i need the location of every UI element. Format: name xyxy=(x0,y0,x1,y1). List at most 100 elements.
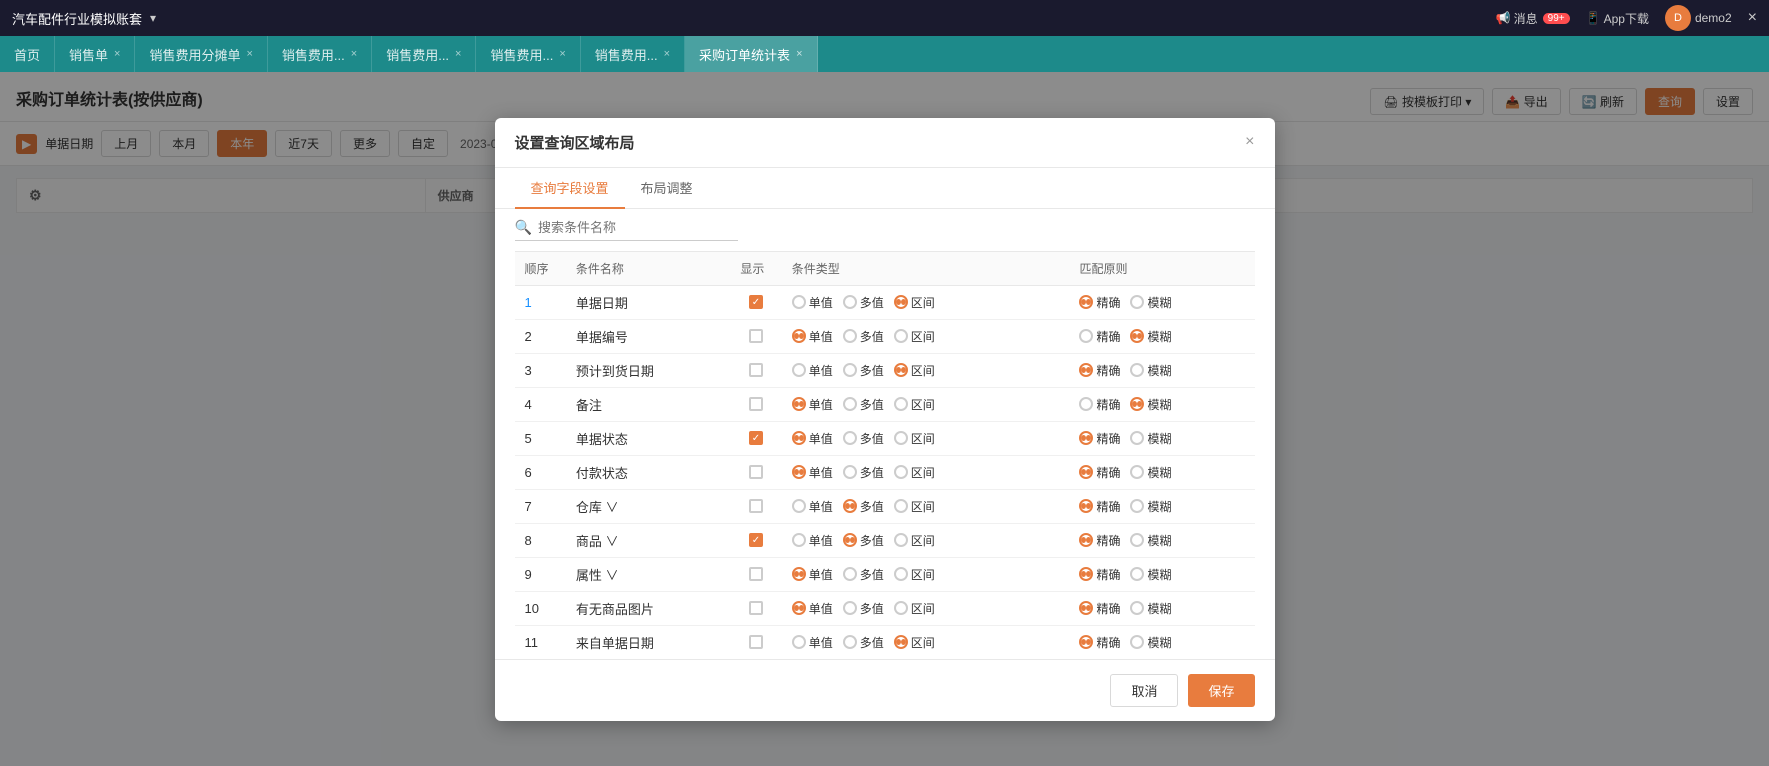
type-radio-item[interactable]: 区间 xyxy=(894,430,935,447)
type-radio-item[interactable]: 多值 xyxy=(843,566,884,583)
type-radio-item[interactable]: 多值 xyxy=(843,498,884,515)
match-radio-item[interactable]: 精确 xyxy=(1079,294,1120,311)
type-radio-item[interactable]: 多值 xyxy=(843,362,884,379)
match-radio-item[interactable]: 精确 xyxy=(1079,430,1120,447)
match-radio-item[interactable]: 模糊 xyxy=(1130,600,1171,617)
notification-btn[interactable]: 📢 消息 99+ xyxy=(1496,10,1570,27)
type-radio-item[interactable]: 多值 xyxy=(843,294,884,311)
tab-layout-adjust[interactable]: 布局调整 xyxy=(625,168,709,209)
app-download-btn[interactable]: 📱 App下载 xyxy=(1586,10,1649,27)
cell-display[interactable] xyxy=(730,625,781,659)
display-checkbox[interactable] xyxy=(749,397,763,411)
type-radio-item[interactable]: 单值 xyxy=(792,566,833,583)
search-input[interactable] xyxy=(538,220,738,235)
tab-sales-expense[interactable]: 销售费用分摊单 × xyxy=(135,36,267,72)
type-radio-item[interactable]: 区间 xyxy=(894,294,935,311)
tab-4-close[interactable]: × xyxy=(455,48,461,60)
type-radio-item[interactable]: 区间 xyxy=(894,396,935,413)
tab-field-settings[interactable]: 查询字段设置 xyxy=(515,168,625,209)
match-radio-item[interactable]: 模糊 xyxy=(1130,396,1171,413)
type-radio-item[interactable]: 单值 xyxy=(792,498,833,515)
type-radio-item[interactable]: 区间 xyxy=(894,362,935,379)
tab-purchase[interactable]: 采购订单统计表 × xyxy=(685,36,817,72)
type-radio-item[interactable]: 区间 xyxy=(894,566,935,583)
match-radio-item[interactable]: 模糊 xyxy=(1130,294,1171,311)
tab-sales-order[interactable]: 销售单 × xyxy=(55,36,135,72)
brand-dropdown-icon[interactable]: ▾ xyxy=(150,11,156,25)
tab-5-close[interactable]: × xyxy=(559,48,565,60)
tab-6[interactable]: 销售费用... × xyxy=(581,36,685,72)
tab-3[interactable]: 销售费用... × xyxy=(268,36,372,72)
cell-display[interactable]: ✓ xyxy=(730,285,781,319)
cell-display[interactable] xyxy=(730,455,781,489)
cell-display[interactable] xyxy=(730,319,781,353)
match-radio-item[interactable]: 模糊 xyxy=(1130,498,1171,515)
save-btn[interactable]: 保存 xyxy=(1188,674,1254,707)
window-close-btn[interactable]: × xyxy=(1748,9,1757,27)
display-checkbox[interactable] xyxy=(749,465,763,479)
type-radio-item[interactable]: 单值 xyxy=(792,600,833,617)
match-radio-item[interactable]: 精确 xyxy=(1079,634,1120,651)
tab-5[interactable]: 销售费用... × xyxy=(476,36,580,72)
modal-close-btn[interactable]: × xyxy=(1245,133,1254,151)
user-area[interactable]: D demo2 xyxy=(1665,5,1732,31)
tab-purchase-close[interactable]: × xyxy=(796,48,802,60)
match-radio-item[interactable]: 精确 xyxy=(1079,328,1120,345)
type-radio-item[interactable]: 单值 xyxy=(792,532,833,549)
match-radio-item[interactable]: 精确 xyxy=(1079,362,1120,379)
type-radio-item[interactable]: 单值 xyxy=(792,362,833,379)
type-radio-item[interactable]: 单值 xyxy=(792,634,833,651)
cell-display[interactable]: ✓ xyxy=(730,421,781,455)
type-radio-item[interactable]: 区间 xyxy=(894,634,935,651)
display-checkbox[interactable]: ✓ xyxy=(749,295,763,309)
match-radio-item[interactable]: 模糊 xyxy=(1130,532,1171,549)
cell-display[interactable] xyxy=(730,591,781,625)
display-checkbox[interactable] xyxy=(749,363,763,377)
display-checkbox[interactable] xyxy=(749,567,763,581)
match-radio-item[interactable]: 模糊 xyxy=(1130,464,1171,481)
type-radio-item[interactable]: 多值 xyxy=(843,634,884,651)
display-checkbox[interactable] xyxy=(749,329,763,343)
type-radio-item[interactable]: 单值 xyxy=(792,328,833,345)
tab-3-close[interactable]: × xyxy=(351,48,357,60)
display-checkbox[interactable]: ✓ xyxy=(749,533,763,547)
cell-display[interactable] xyxy=(730,557,781,591)
match-radio-item[interactable]: 模糊 xyxy=(1130,328,1171,345)
match-radio-item[interactable]: 模糊 xyxy=(1130,362,1171,379)
display-checkbox[interactable] xyxy=(749,601,763,615)
cell-display[interactable] xyxy=(730,353,781,387)
cell-display[interactable] xyxy=(730,489,781,523)
match-radio-item[interactable]: 精确 xyxy=(1079,600,1120,617)
type-radio-item[interactable]: 区间 xyxy=(894,600,935,617)
tab-home[interactable]: 首页 xyxy=(0,36,55,72)
cell-display[interactable]: ✓ xyxy=(730,523,781,557)
type-radio-item[interactable]: 区间 xyxy=(894,498,935,515)
tab-sales-expense-close[interactable]: × xyxy=(246,48,252,60)
match-radio-item[interactable]: 模糊 xyxy=(1130,566,1171,583)
match-radio-item[interactable]: 精确 xyxy=(1079,532,1120,549)
match-radio-item[interactable]: 精确 xyxy=(1079,566,1120,583)
tab-4[interactable]: 销售费用... × xyxy=(372,36,476,72)
type-radio-item[interactable]: 多值 xyxy=(843,600,884,617)
type-radio-item[interactable]: 多值 xyxy=(843,430,884,447)
cancel-btn[interactable]: 取消 xyxy=(1110,674,1178,707)
display-checkbox[interactable] xyxy=(749,499,763,513)
type-radio-item[interactable]: 单值 xyxy=(792,396,833,413)
type-radio-item[interactable]: 单值 xyxy=(792,430,833,447)
match-radio-item[interactable]: 模糊 xyxy=(1130,634,1171,651)
tab-sales-order-close[interactable]: × xyxy=(114,48,120,60)
display-checkbox[interactable]: ✓ xyxy=(749,431,763,445)
type-radio-item[interactable]: 区间 xyxy=(894,532,935,549)
type-radio-item[interactable]: 区间 xyxy=(894,328,935,345)
display-checkbox[interactable] xyxy=(749,635,763,649)
type-radio-item[interactable]: 区间 xyxy=(894,464,935,481)
type-radio-item[interactable]: 多值 xyxy=(843,464,884,481)
match-radio-item[interactable]: 精确 xyxy=(1079,464,1120,481)
match-radio-item[interactable]: 精确 xyxy=(1079,396,1120,413)
cell-display[interactable] xyxy=(730,387,781,421)
tab-6-close[interactable]: × xyxy=(664,48,670,60)
type-radio-item[interactable]: 单值 xyxy=(792,294,833,311)
type-radio-item[interactable]: 单值 xyxy=(792,464,833,481)
type-radio-item[interactable]: 多值 xyxy=(843,532,884,549)
match-radio-item[interactable]: 模糊 xyxy=(1130,430,1171,447)
